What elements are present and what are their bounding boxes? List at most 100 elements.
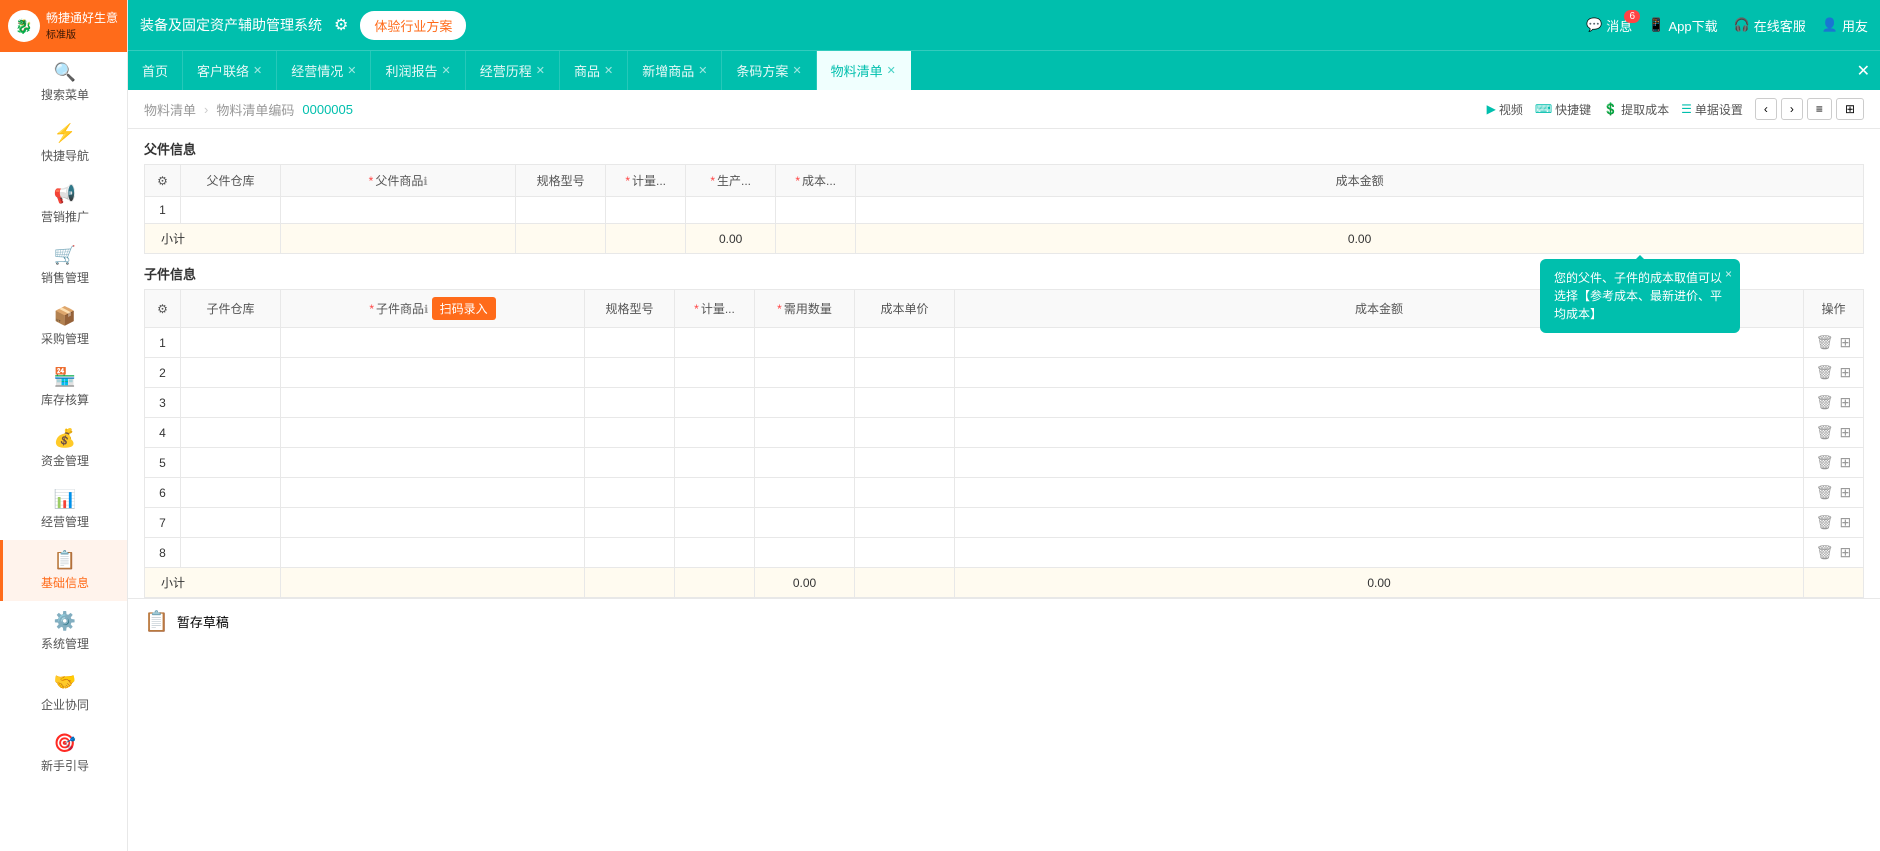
child-spec-cell[interactable] [585, 388, 675, 418]
child-unit-cost-cell[interactable] [855, 538, 955, 568]
child-product-cell[interactable] [281, 538, 585, 568]
parent-spec-cell[interactable] [516, 197, 606, 224]
child-qty-cell[interactable] [755, 478, 855, 508]
tab-close-icon[interactable]: ✕ [442, 64, 451, 77]
child-product-cell[interactable] [281, 358, 585, 388]
parent-production-cell[interactable] [686, 197, 776, 224]
sidebar-item-purchase[interactable]: 📦 采购管理 [0, 296, 127, 357]
child-product-cell[interactable] [281, 328, 585, 358]
child-warehouse-cell[interactable] [181, 358, 281, 388]
tab-close-icon[interactable]: ✕ [253, 64, 262, 77]
copy-icon[interactable]: ⊞ [1840, 364, 1852, 381]
settings-button[interactable]: ⚙ [330, 11, 352, 39]
delete-icon[interactable]: 🗑 [1816, 424, 1834, 441]
parent-unit-cell[interactable] [606, 197, 686, 224]
copy-icon[interactable]: ⊞ [1840, 424, 1852, 441]
app-download-button[interactable]: 📱 App下载 [1648, 16, 1717, 35]
child-unit-cell[interactable] [675, 358, 755, 388]
copy-icon[interactable]: ⊞ [1840, 334, 1852, 351]
child-unit-cost-cell[interactable] [855, 508, 955, 538]
user-menu[interactable]: 👤 用友 [1822, 16, 1868, 35]
child-unit-cell[interactable] [675, 478, 755, 508]
delete-icon[interactable]: 🗑 [1816, 514, 1834, 531]
toolbar-single-settings[interactable]: ☰ 单据设置 [1681, 101, 1743, 118]
toolbar-shortcut[interactable]: ⌨ 快捷键 [1535, 101, 1591, 118]
tab-goods[interactable]: 商品 ✕ [560, 51, 628, 90]
child-unit-cell[interactable] [675, 538, 755, 568]
child-unit-cell[interactable] [675, 328, 755, 358]
message-button[interactable]: 💬 消息 6 [1586, 16, 1632, 35]
child-qty-cell[interactable] [755, 418, 855, 448]
copy-icon[interactable]: ⊞ [1840, 394, 1852, 411]
delete-icon[interactable]: 🗑 [1816, 454, 1834, 471]
scan-button[interactable]: 扫码录入 [432, 297, 496, 320]
child-spec-cell[interactable] [585, 538, 675, 568]
tab-history[interactable]: 经营历程 ✕ [466, 51, 560, 90]
tooltip-close-button[interactable]: × [1725, 265, 1732, 283]
breadcrumb-code-label[interactable]: 物料清单编码 [216, 100, 294, 119]
child-warehouse-cell[interactable] [181, 478, 281, 508]
child-cost-amount-cell[interactable] [955, 478, 1804, 508]
child-cost-amount-cell[interactable] [955, 388, 1804, 418]
child-qty-cell[interactable] [755, 448, 855, 478]
child-spec-cell[interactable] [585, 418, 675, 448]
delete-icon[interactable]: 🗑 [1816, 484, 1834, 501]
child-unit-cell[interactable] [675, 388, 755, 418]
child-unit-cell[interactable] [675, 448, 755, 478]
tab-barcode[interactable]: 条码方案 ✕ [722, 51, 816, 90]
parent-warehouse-cell[interactable] [181, 197, 281, 224]
tab-close-icon[interactable]: ✕ [887, 64, 896, 77]
delete-icon[interactable]: 🗑 [1816, 544, 1834, 561]
experience-button[interactable]: 体验行业方案 [360, 11, 466, 40]
child-col-settings[interactable]: ⚙ [145, 290, 181, 328]
child-cost-amount-cell[interactable] [955, 448, 1804, 478]
child-product-cell[interactable] [281, 478, 585, 508]
child-qty-cell[interactable] [755, 538, 855, 568]
delete-icon[interactable]: 🗑 [1816, 394, 1834, 411]
tab-profit[interactable]: 利润报告 ✕ [371, 51, 465, 90]
child-qty-cell[interactable] [755, 328, 855, 358]
parent-col-settings[interactable]: ⚙ [145, 165, 181, 197]
sidebar-item-basic[interactable]: 📋 基础信息 [0, 540, 127, 601]
sidebar-item-sales[interactable]: 🛒 销售管理 [0, 235, 127, 296]
copy-icon[interactable]: ⊞ [1840, 514, 1852, 531]
tab-close-icon[interactable]: ✕ [698, 64, 707, 77]
child-cost-amount-cell[interactable] [955, 508, 1804, 538]
child-warehouse-cell[interactable] [181, 448, 281, 478]
sidebar-item-search[interactable]: 🔍 搜索菜单 [0, 52, 127, 113]
parent-product-cell[interactable] [281, 197, 516, 224]
child-unit-cell[interactable] [675, 508, 755, 538]
copy-icon[interactable]: ⊞ [1840, 544, 1852, 561]
child-cost-amount-cell[interactable] [955, 418, 1804, 448]
delete-icon[interactable]: 🗑 [1816, 364, 1834, 381]
tab-close-icon[interactable]: ✕ [792, 64, 801, 77]
child-unit-cost-cell[interactable] [855, 328, 955, 358]
child-cost-amount-cell[interactable] [955, 358, 1804, 388]
parent-cost-amount-cell[interactable] [856, 197, 1864, 224]
breadcrumb-bom[interactable]: 物料清单 [144, 100, 196, 119]
sidebar-item-finance[interactable]: 💰 资金管理 [0, 418, 127, 479]
child-warehouse-cell[interactable] [181, 418, 281, 448]
copy-icon[interactable]: ⊞ [1840, 484, 1852, 501]
child-product-cell[interactable] [281, 448, 585, 478]
sidebar-item-enterprise[interactable]: 🤝 企业协同 [0, 662, 127, 723]
grid-view-button[interactable]: ⊞ [1836, 98, 1864, 120]
child-qty-cell[interactable] [755, 508, 855, 538]
child-unit-cost-cell[interactable] [855, 358, 955, 388]
sidebar-item-marketing[interactable]: 📢 营销推广 [0, 174, 127, 235]
child-warehouse-cell[interactable] [181, 388, 281, 418]
child-qty-cell[interactable] [755, 358, 855, 388]
sidebar-item-operations[interactable]: 📊 经营管理 [0, 479, 127, 540]
tab-new-goods[interactable]: 新增商品 ✕ [628, 51, 722, 90]
child-cost-amount-cell[interactable] [955, 538, 1804, 568]
child-product-cell[interactable] [281, 388, 585, 418]
child-spec-cell[interactable] [585, 448, 675, 478]
child-spec-cell[interactable] [585, 328, 675, 358]
copy-icon[interactable]: ⊞ [1840, 454, 1852, 471]
tab-customer[interactable]: 客户联络 ✕ [183, 51, 277, 90]
child-unit-cost-cell[interactable] [855, 448, 955, 478]
child-warehouse-cell[interactable] [181, 538, 281, 568]
child-spec-cell[interactable] [585, 358, 675, 388]
child-unit-cost-cell[interactable] [855, 388, 955, 418]
tab-close-icon[interactable]: ✕ [347, 64, 356, 77]
